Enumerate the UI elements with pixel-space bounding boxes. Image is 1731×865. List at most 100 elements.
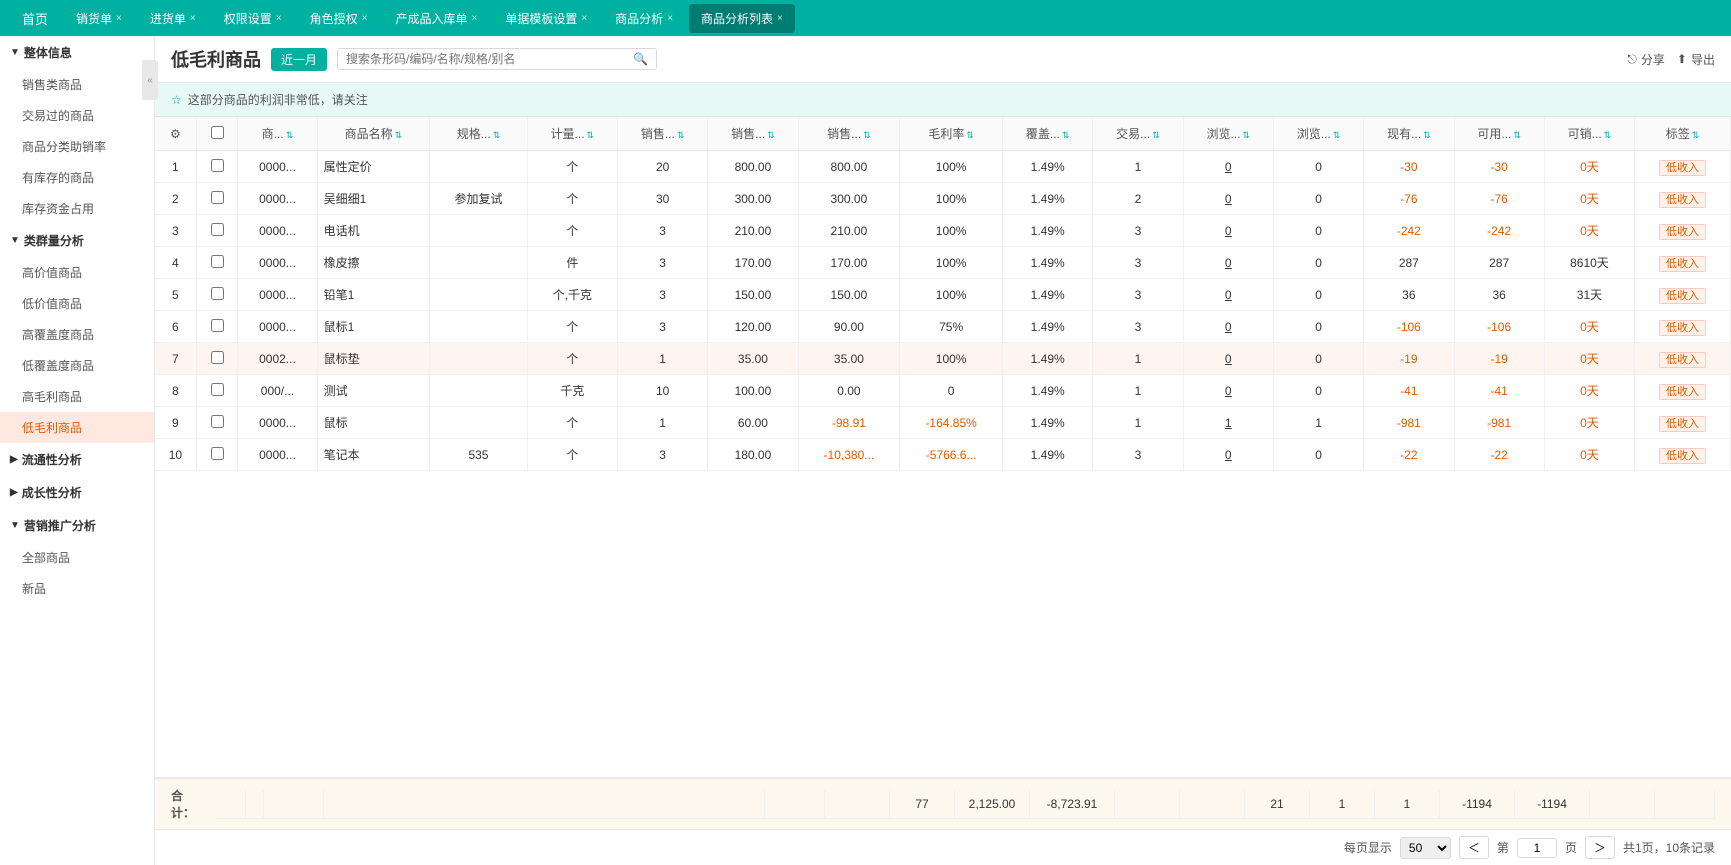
nav-product-analysis[interactable]: 商品分析 × <box>603 4 685 33</box>
nav-product-inbound[interactable]: 产成品入库单 × <box>383 4 489 33</box>
sidebar-group-marketing[interactable]: ▼ 营销推广分析 <box>0 509 154 542</box>
select-all-checkbox[interactable] <box>211 126 224 139</box>
sidebar-item-all-goods[interactable]: 全部商品 <box>0 542 154 573</box>
cell-browse1[interactable]: 0 <box>1183 439 1273 471</box>
col-settings[interactable]: ⚙ <box>155 117 196 151</box>
sidebar-item-new-goods[interactable]: 新品 <box>0 573 154 604</box>
total-current-stock: -1194 <box>1440 790 1515 819</box>
cell-checkbox[interactable] <box>196 375 238 407</box>
row-checkbox[interactable] <box>211 447 224 460</box>
cell-browse1[interactable]: 0 <box>1183 151 1273 183</box>
sidebar-group-overall[interactable]: ▼ 整体信息 <box>0 36 154 69</box>
sidebar-item-high-coverage[interactable]: 高覆盖度商品 <box>0 319 154 350</box>
col-unit[interactable]: 计量...⇅ <box>527 117 617 151</box>
close-icon[interactable]: × <box>667 13 673 24</box>
col-margin-rate[interactable]: 毛利率⇅ <box>900 117 1003 151</box>
sidebar-item-stocked-goods[interactable]: 有库存的商品 <box>0 162 154 193</box>
cell-checkbox[interactable] <box>196 247 238 279</box>
cell-sale-qty: 1 <box>617 343 707 375</box>
export-button[interactable]: ⬆ 导出 <box>1677 51 1715 68</box>
cell-checkbox[interactable] <box>196 279 238 311</box>
sidebar-item-sales-goods[interactable]: 销售类商品 <box>0 69 154 100</box>
sidebar-group-growth[interactable]: ▶ 成长性分析 <box>0 476 154 509</box>
col-current-stock[interactable]: 现有...⇅ <box>1364 117 1454 151</box>
sidebar-item-low-value[interactable]: 低价值商品 <box>0 288 154 319</box>
row-checkbox[interactable] <box>211 415 224 428</box>
sidebar-item-low-margin[interactable]: 低毛利商品 <box>0 412 154 443</box>
sidebar-collapse-button[interactable]: « <box>142 60 158 100</box>
cell-browse1[interactable]: 0 <box>1183 247 1273 279</box>
col-checkbox[interactable] <box>196 117 238 151</box>
nav-role-auth[interactable]: 角色授权 × <box>298 4 380 33</box>
nav-permissions[interactable]: 权限设置 × <box>212 4 294 33</box>
prev-page-button[interactable]: ＜ <box>1459 836 1489 859</box>
share-button[interactable]: ⎋ 分享 <box>1627 51 1665 68</box>
col-tag[interactable]: 标签⇅ <box>1635 117 1731 151</box>
row-checkbox[interactable] <box>211 351 224 364</box>
cell-browse1[interactable]: 0 <box>1183 279 1273 311</box>
cell-checkbox[interactable] <box>196 215 238 247</box>
cell-checkbox[interactable] <box>196 407 238 439</box>
col-sale-price[interactable]: 销售...⇅ <box>708 117 798 151</box>
col-available[interactable]: 可用...⇅ <box>1454 117 1544 151</box>
col-name[interactable]: 商品名称⇅ <box>317 117 430 151</box>
page-size-select[interactable]: 50 20 100 <box>1400 837 1451 859</box>
cell-browse1[interactable]: 0 <box>1183 343 1273 375</box>
time-filter-button[interactable]: 近一月 <box>271 48 327 71</box>
close-icon[interactable]: × <box>276 13 282 24</box>
close-icon[interactable]: × <box>190 13 196 24</box>
search-icon[interactable]: 🔍 <box>633 52 648 66</box>
nav-purchase-order[interactable]: 进货单 × <box>138 4 208 33</box>
col-code[interactable]: 商...⇅ <box>238 117 317 151</box>
close-icon[interactable]: × <box>777 13 783 24</box>
row-checkbox[interactable] <box>211 255 224 268</box>
sidebar-group-cluster[interactable]: ▼ 类群量分析 <box>0 224 154 257</box>
col-sale-qty[interactable]: 销售...⇅ <box>617 117 707 151</box>
close-icon[interactable]: × <box>362 13 368 24</box>
cell-sale-amount: -98.91 <box>798 407 900 439</box>
sidebar-item-category-sales-rate[interactable]: 商品分类助销率 <box>0 131 154 162</box>
col-browse1[interactable]: 浏览...⇅ <box>1183 117 1273 151</box>
sidebar-item-traded-goods[interactable]: 交易过的商品 <box>0 100 154 131</box>
cell-checkbox[interactable] <box>196 439 238 471</box>
next-page-button[interactable]: ＞ <box>1585 836 1615 859</box>
nav-template-settings[interactable]: 单据模板设置 × <box>493 4 599 33</box>
nav-home[interactable]: 首页 <box>10 3 60 34</box>
cell-browse1[interactable]: 1 <box>1183 407 1273 439</box>
sidebar-group-circulation[interactable]: ▶ 流通性分析 <box>0 443 154 476</box>
cell-checkbox[interactable] <box>196 183 238 215</box>
cell-checkbox[interactable] <box>196 343 238 375</box>
nav-product-analysis-list[interactable]: 商品分析列表 × <box>689 4 795 33</box>
col-spec[interactable]: 规格...⇅ <box>430 117 527 151</box>
row-checkbox[interactable] <box>211 319 224 332</box>
close-icon[interactable]: × <box>471 13 477 24</box>
sidebar-item-stock-capital[interactable]: 库存资金占用 <box>0 193 154 224</box>
col-sale-amount[interactable]: 销售...⇅ <box>798 117 900 151</box>
page-input[interactable] <box>1517 838 1557 858</box>
col-saleable[interactable]: 可销...⇅ <box>1544 117 1634 151</box>
export-icon: ⬆ <box>1677 52 1687 66</box>
cell-browse1[interactable]: 0 <box>1183 215 1273 247</box>
row-checkbox[interactable] <box>211 383 224 396</box>
row-checkbox[interactable] <box>211 159 224 172</box>
sidebar-item-high-value[interactable]: 高价值商品 <box>0 257 154 288</box>
col-coverage[interactable]: 覆盖...⇅ <box>1003 117 1093 151</box>
cell-browse1[interactable]: 0 <box>1183 375 1273 407</box>
cell-tag: 低收入 <box>1635 311 1731 343</box>
row-checkbox[interactable] <box>211 223 224 236</box>
sidebar-item-high-margin[interactable]: 高毛利商品 <box>0 381 154 412</box>
cell-checkbox[interactable] <box>196 151 238 183</box>
nav-sales-order[interactable]: 销货单 × <box>64 4 134 33</box>
row-checkbox[interactable] <box>211 287 224 300</box>
cell-checkbox[interactable] <box>196 311 238 343</box>
cell-browse1[interactable]: 0 <box>1183 183 1273 215</box>
close-icon[interactable]: × <box>581 13 587 24</box>
page-title: 低毛利商品 <box>171 46 261 72</box>
col-trade-count[interactable]: 交易...⇅ <box>1093 117 1183 151</box>
sidebar-item-low-coverage[interactable]: 低覆盖度商品 <box>0 350 154 381</box>
search-input[interactable] <box>346 52 633 66</box>
row-checkbox[interactable] <box>211 191 224 204</box>
col-browse2[interactable]: 浏览...⇅ <box>1273 117 1363 151</box>
close-icon[interactable]: × <box>116 13 122 24</box>
cell-browse1[interactable]: 0 <box>1183 311 1273 343</box>
